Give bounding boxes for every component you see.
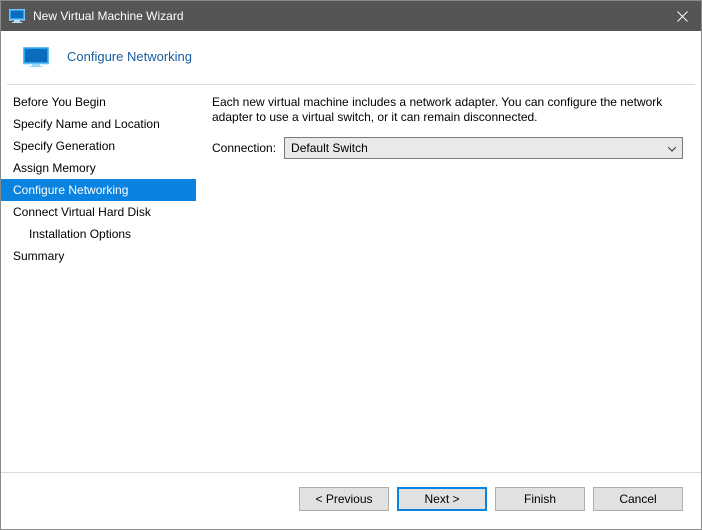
sidebar-step-label: Summary (13, 249, 64, 263)
sidebar-step-label: Installation Options (29, 227, 131, 241)
sidebar-step-label: Before You Begin (13, 95, 106, 109)
titlebar: New Virtual Machine Wizard (1, 1, 701, 31)
connection-row: Connection: Default Switch (212, 137, 683, 159)
wizard-body: Before You Begin Specify Name and Locatio… (1, 85, 701, 472)
window-title: New Virtual Machine Wizard (33, 9, 663, 23)
sidebar-step-label: Specify Name and Location (13, 117, 160, 131)
finish-button[interactable]: Finish (495, 487, 585, 511)
wizard-header: Configure Networking (1, 31, 701, 84)
next-button[interactable]: Next > (397, 487, 487, 511)
connection-dropdown[interactable]: Default Switch (284, 137, 683, 159)
sidebar-step-label: Configure Networking (13, 183, 128, 197)
sidebar-step[interactable]: Assign Memory (1, 157, 196, 179)
connection-value: Default Switch (291, 141, 668, 155)
page-title: Configure Networking (67, 49, 192, 64)
wizard-footer: < Previous Next > Finish Cancel (1, 472, 701, 529)
close-icon (677, 11, 688, 22)
sidebar-step[interactable]: Specify Name and Location (1, 113, 196, 135)
previous-button[interactable]: < Previous (299, 487, 389, 511)
wizard-icon (23, 47, 49, 70)
sidebar-step[interactable]: Before You Begin (1, 91, 196, 113)
sidebar-step[interactable]: Installation Options (1, 223, 196, 245)
description-text: Each new virtual machine includes a netw… (212, 95, 683, 125)
chevron-down-icon (668, 141, 676, 155)
app-icon (9, 9, 25, 23)
sidebar-step-label: Assign Memory (13, 161, 96, 175)
sidebar-step[interactable]: Configure Networking (1, 179, 196, 201)
sidebar-step[interactable]: Specify Generation (1, 135, 196, 157)
cancel-button[interactable]: Cancel (593, 487, 683, 511)
close-button[interactable] (663, 1, 701, 31)
connection-label: Connection: (212, 141, 276, 155)
content-pane: Each new virtual machine includes a netw… (196, 85, 701, 472)
sidebar-step[interactable]: Summary (1, 245, 196, 267)
sidebar-step[interactable]: Connect Virtual Hard Disk (1, 201, 196, 223)
sidebar-step-label: Specify Generation (13, 139, 115, 153)
steps-sidebar: Before You Begin Specify Name and Locatio… (1, 85, 196, 472)
sidebar-step-label: Connect Virtual Hard Disk (13, 205, 151, 219)
